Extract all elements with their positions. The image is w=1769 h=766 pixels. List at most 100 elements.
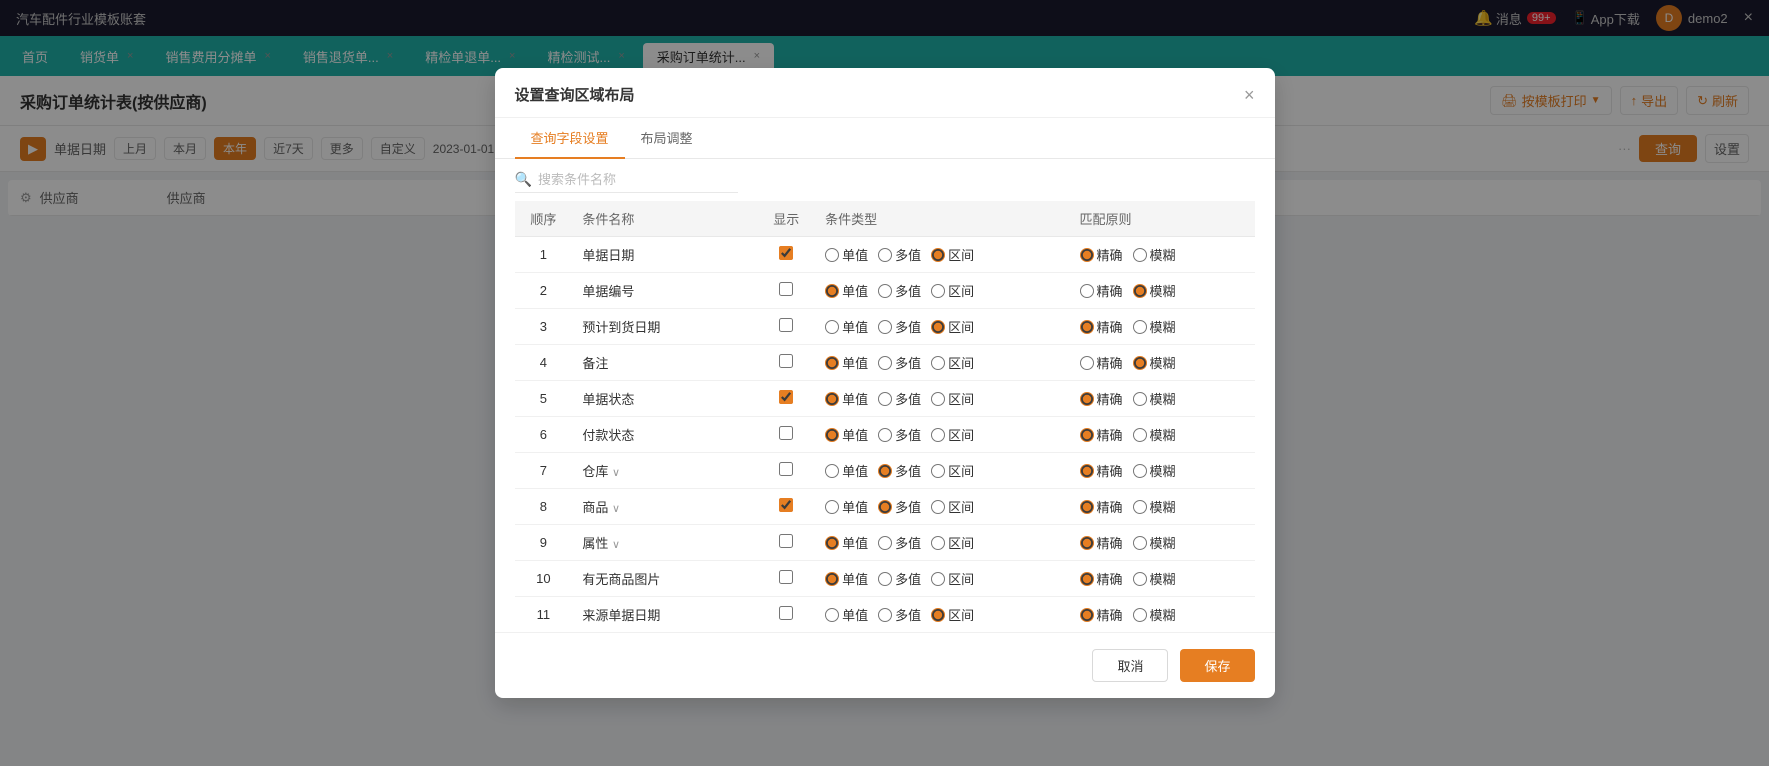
type-option[interactable]: 区间 (931, 605, 974, 624)
search-wrapper: 🔍 (515, 171, 738, 193)
type-option[interactable]: 单值 (825, 533, 868, 552)
type-option[interactable]: 单值 (825, 389, 868, 408)
type-option[interactable]: 区间 (931, 353, 974, 372)
match-option[interactable]: 精确 (1080, 461, 1123, 480)
display-checkbox[interactable] (779, 390, 793, 404)
type-option[interactable]: 区间 (931, 425, 974, 444)
type-option[interactable]: 单值 (825, 605, 868, 624)
display-checkbox[interactable] (779, 282, 793, 296)
match-option[interactable]: 精确 (1080, 281, 1123, 300)
type-option[interactable]: 多值 (878, 281, 921, 300)
match-option[interactable]: 精确 (1080, 425, 1123, 444)
match-option[interactable]: 模糊 (1133, 425, 1176, 444)
row-match-cell: 精确模糊 (1070, 561, 1255, 597)
type-option[interactable]: 多值 (878, 569, 921, 588)
row-name: 单据状态 (572, 381, 757, 417)
type-option[interactable]: 多值 (878, 353, 921, 372)
row-type-cell: 单值多值区间 (815, 453, 1069, 489)
match-option[interactable]: 精确 (1080, 605, 1123, 624)
type-option[interactable]: 单值 (825, 245, 868, 264)
save-button[interactable]: 保存 (1180, 649, 1254, 682)
type-option[interactable]: 区间 (931, 461, 974, 480)
th-name: 条件名称 (572, 201, 757, 237)
display-checkbox[interactable] (779, 354, 793, 368)
match-option[interactable]: 模糊 (1133, 281, 1176, 300)
table-row: 5单据状态单值多值区间精确模糊 (515, 381, 1255, 417)
match-option[interactable]: 模糊 (1133, 245, 1176, 264)
row-order: 2 (515, 273, 573, 309)
type-option[interactable]: 多值 (878, 425, 921, 444)
search-input[interactable] (538, 172, 738, 187)
display-checkbox[interactable] (779, 570, 793, 584)
search-icon: 🔍 (515, 171, 532, 188)
display-checkbox[interactable] (779, 498, 793, 512)
type-option[interactable]: 多值 (878, 605, 921, 624)
match-option[interactable]: 模糊 (1133, 317, 1176, 336)
type-option[interactable]: 多值 (878, 317, 921, 336)
dialog-tab-fields[interactable]: 查询字段设置 (515, 118, 625, 159)
row-name: 仓库 ∨ (572, 453, 757, 489)
match-option[interactable]: 模糊 (1133, 353, 1176, 372)
cancel-button[interactable]: 取消 (1092, 649, 1168, 682)
expand-icon[interactable]: ∨ (612, 503, 620, 515)
type-option[interactable]: 单值 (825, 317, 868, 336)
match-option[interactable]: 精确 (1080, 317, 1123, 336)
match-option[interactable]: 模糊 (1133, 605, 1176, 624)
match-option[interactable]: 精确 (1080, 497, 1123, 516)
match-option[interactable]: 模糊 (1133, 569, 1176, 588)
type-option[interactable]: 单值 (825, 461, 868, 480)
display-checkbox[interactable] (779, 606, 793, 620)
dialog-table-wrap: 顺序 条件名称 显示 条件类型 匹配原则 1单据日期单值多值区间精确模糊2单据编… (495, 201, 1275, 632)
expand-icon[interactable]: ∨ (612, 539, 620, 551)
type-option[interactable]: 多值 (878, 461, 921, 480)
match-option[interactable]: 模糊 (1133, 497, 1176, 516)
row-type-cell: 单值多值区间 (815, 597, 1069, 633)
type-option[interactable]: 区间 (931, 281, 974, 300)
type-option[interactable]: 单值 (825, 353, 868, 372)
type-option[interactable]: 多值 (878, 497, 921, 516)
display-checkbox[interactable] (779, 426, 793, 440)
type-option[interactable]: 多值 (878, 245, 921, 264)
display-checkbox[interactable] (779, 534, 793, 548)
type-option[interactable]: 区间 (931, 245, 974, 264)
dialog-close-button[interactable]: × (1244, 86, 1255, 104)
row-order: 3 (515, 309, 573, 345)
type-option[interactable]: 区间 (931, 533, 974, 552)
type-option[interactable]: 多值 (878, 389, 921, 408)
display-checkbox[interactable] (779, 462, 793, 476)
row-type-cell: 单值多值区间 (815, 273, 1069, 309)
type-option[interactable]: 单值 (825, 281, 868, 300)
row-order: 8 (515, 489, 573, 525)
dialog-tab-layout[interactable]: 布局调整 (625, 118, 709, 159)
row-order: 6 (515, 417, 573, 453)
row-display-cell (757, 237, 815, 273)
modal-overlay: 设置查询区域布局 × 查询字段设置 布局调整 🔍 顺序 (0, 0, 1769, 766)
type-option[interactable]: 区间 (931, 389, 974, 408)
dialog-tabs: 查询字段设置 布局调整 (495, 118, 1275, 159)
expand-icon[interactable]: ∨ (612, 467, 620, 479)
row-match-cell: 精确模糊 (1070, 237, 1255, 273)
type-option[interactable]: 区间 (931, 497, 974, 516)
match-option[interactable]: 精确 (1080, 353, 1123, 372)
row-display-cell (757, 525, 815, 561)
table-row: 1单据日期单值多值区间精确模糊 (515, 237, 1255, 273)
match-option[interactable]: 模糊 (1133, 389, 1176, 408)
type-option[interactable]: 单值 (825, 497, 868, 516)
type-option[interactable]: 区间 (931, 317, 974, 336)
table-row: 6付款状态单值多值区间精确模糊 (515, 417, 1255, 453)
match-option[interactable]: 精确 (1080, 533, 1123, 552)
display-checkbox[interactable] (779, 318, 793, 332)
type-option[interactable]: 区间 (931, 569, 974, 588)
type-option[interactable]: 单值 (825, 425, 868, 444)
match-option[interactable]: 精确 (1080, 245, 1123, 264)
table-row: 9属性 ∨单值多值区间精确模糊 (515, 525, 1255, 561)
settings-dialog: 设置查询区域布局 × 查询字段设置 布局调整 🔍 顺序 (495, 68, 1275, 698)
match-option[interactable]: 模糊 (1133, 461, 1176, 480)
match-option[interactable]: 精确 (1080, 569, 1123, 588)
type-option[interactable]: 单值 (825, 569, 868, 588)
match-option[interactable]: 精确 (1080, 389, 1123, 408)
type-option[interactable]: 多值 (878, 533, 921, 552)
display-checkbox[interactable] (779, 246, 793, 260)
match-option[interactable]: 模糊 (1133, 533, 1176, 552)
th-display: 显示 (757, 201, 815, 237)
